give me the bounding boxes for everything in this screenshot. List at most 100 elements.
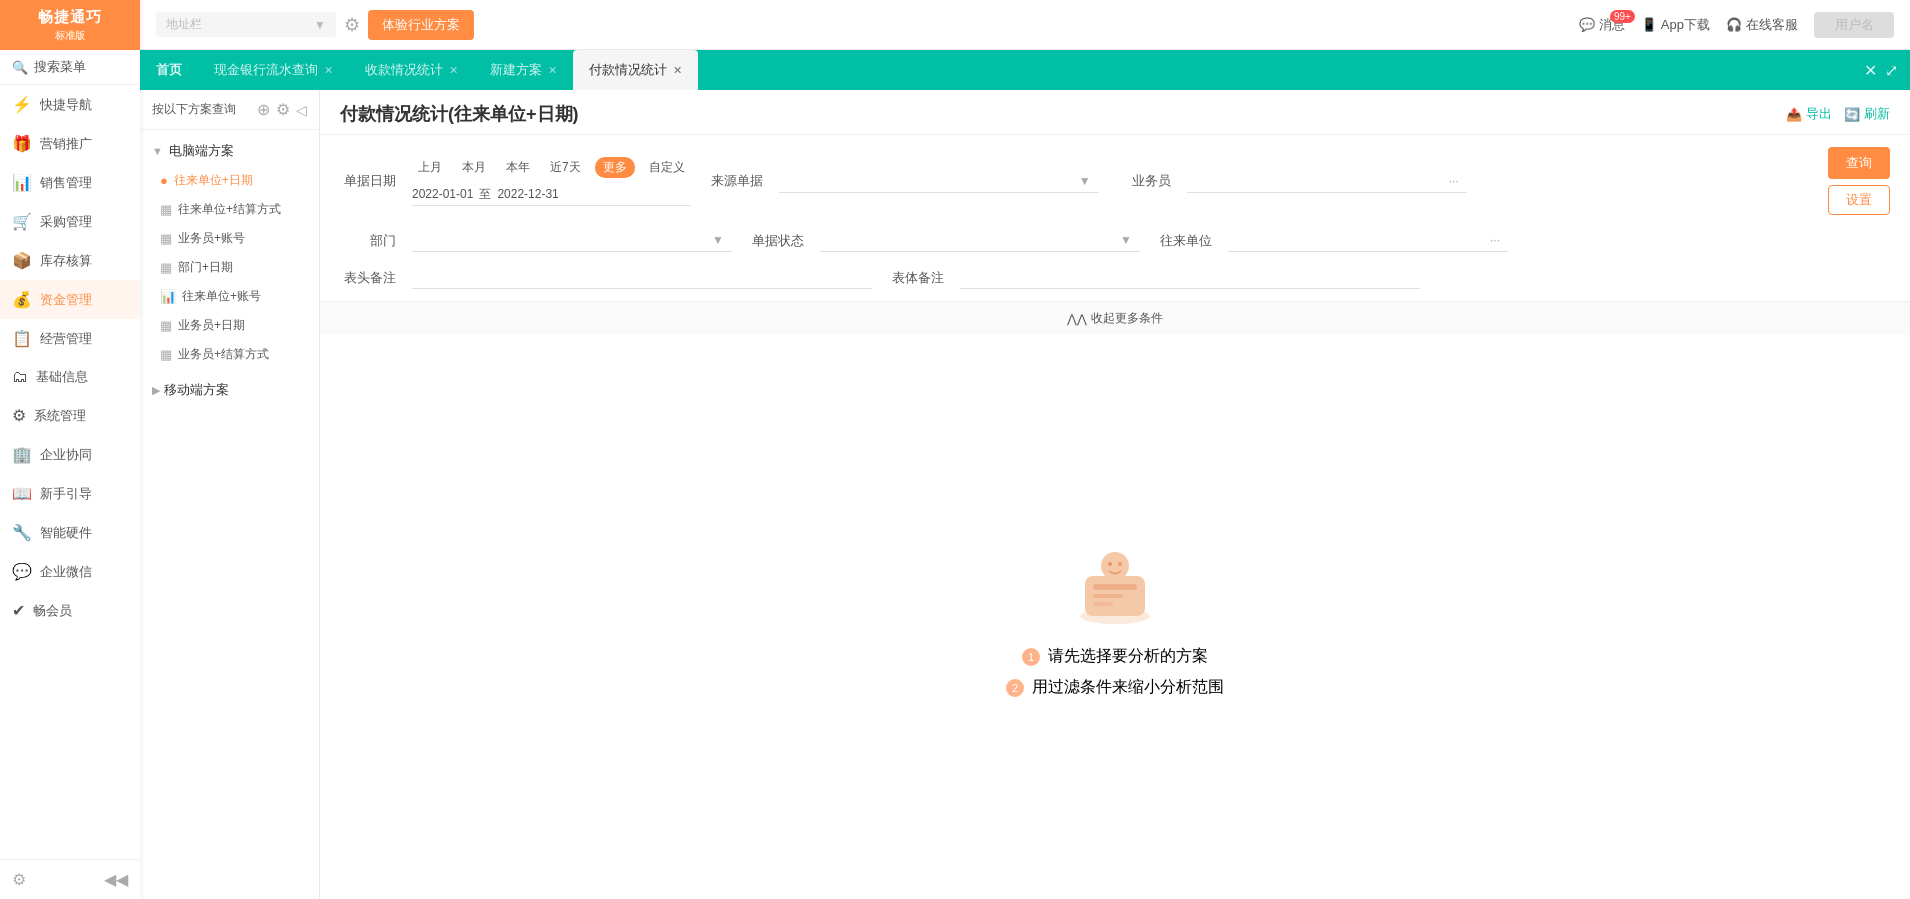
address-text: 地址栏 xyxy=(166,16,202,33)
sidebar-item-base-info[interactable]: 🗂 基础信息 xyxy=(0,358,140,396)
tab-bank-flow-label: 现金银行流水查询 xyxy=(214,61,318,79)
doc-status-select[interactable]: ▼ xyxy=(820,229,1140,252)
date-btn-this-month[interactable]: 本月 xyxy=(456,157,492,178)
svg-rect-3 xyxy=(1093,594,1123,598)
footer-collapse-icon[interactable]: ◀◀ xyxy=(104,870,128,889)
marketing-icon: 🎁 xyxy=(12,134,32,153)
headset-icon: 🎧 xyxy=(1726,17,1742,32)
sidebar-item-marketing[interactable]: 🎁 营销推广 xyxy=(0,124,140,163)
export-button[interactable]: 📤 导出 xyxy=(1786,105,1832,123)
operations-icon: 📋 xyxy=(12,329,32,348)
scheme-desktop-label: 电脑端方案 xyxy=(169,142,234,160)
partner-select[interactable]: ··· xyxy=(1228,229,1508,252)
sidebar-item-hardware[interactable]: 🔧 智能硬件 xyxy=(0,513,140,552)
tab-expand-icon[interactable]: ⤢ xyxy=(1885,61,1898,80)
tab-home[interactable]: 首页 xyxy=(140,50,198,90)
body-note-input[interactable] xyxy=(960,266,1420,289)
trial-button[interactable]: 体验行业方案 xyxy=(368,10,474,40)
empty-state: 1 请先选择要分析的方案 2 用过滤条件来缩小分析范围 xyxy=(320,335,1910,899)
date-btn-last-month[interactable]: 上月 xyxy=(412,157,448,178)
tab-receipt-stats[interactable]: 收款情况统计 ✕ xyxy=(349,50,474,90)
scheme-collapse-icon[interactable]: ◁ xyxy=(296,102,307,118)
scheme-item-salesperson-date[interactable]: ▦ 业务员+日期 xyxy=(140,311,319,340)
salesperson-select[interactable]: ··· xyxy=(1187,170,1467,193)
scheme-item-label: 部门+日期 xyxy=(178,259,233,276)
dept-label: 部门 xyxy=(340,232,396,250)
sidebar-item-label: 基础信息 xyxy=(36,368,88,386)
sidebar-item-label: 畅会员 xyxy=(33,602,72,620)
date-btn-7days[interactable]: 近7天 xyxy=(544,157,587,178)
scheme-item-active-icon: ● xyxy=(160,173,168,188)
export-icon: 📤 xyxy=(1786,107,1802,122)
tab-close-all-icon[interactable]: ✕ xyxy=(1864,61,1877,80)
topbar-settings-icon[interactable]: ⚙ xyxy=(344,14,360,36)
tab-payment-stats[interactable]: 付款情况统计 ✕ xyxy=(573,50,698,90)
date-btn-this-year[interactable]: 本年 xyxy=(500,157,536,178)
topbar: 地址栏 ▼ ⚙ 体验行业方案 💬 消息 99+ 📱 App下载 🎧 在线客服 用… xyxy=(140,0,1910,50)
header-note-input[interactable] xyxy=(412,266,872,289)
scheme-settings-icon[interactable]: ⚙ xyxy=(276,100,290,119)
sidebar-item-guide[interactable]: 📖 新手引导 xyxy=(0,474,140,513)
app-download-button[interactable]: 📱 App下载 xyxy=(1641,16,1710,34)
scheme-item-partner-account[interactable]: 📊 往来单位+账号 xyxy=(140,282,319,311)
refresh-button[interactable]: 🔄 刷新 xyxy=(1844,105,1890,123)
tab-bank-flow-close-icon[interactable]: ✕ xyxy=(324,64,333,77)
date-btn-custom[interactable]: 自定义 xyxy=(643,157,691,178)
salesperson-label: 业务员 xyxy=(1115,172,1171,190)
sidebar-item-sales[interactable]: 📊 销售管理 xyxy=(0,163,140,202)
scheme-item-icon-3: ▦ xyxy=(160,260,172,275)
scheme-item-label: 往来单位+账号 xyxy=(182,288,261,305)
svg-point-5 xyxy=(1101,552,1129,580)
scheme-mobile-group[interactable]: ▶ 移动端方案 xyxy=(140,375,319,405)
tabbar-right: ✕ ⤢ xyxy=(1852,50,1910,90)
tab-new-scheme-close-icon[interactable]: ✕ xyxy=(548,64,557,77)
collapse-conditions-bar[interactable]: ⋀⋀ 收起更多条件 xyxy=(320,302,1910,335)
date-start: 2022-01-01 xyxy=(412,187,473,201)
date-range-input[interactable]: 2022-01-01 至 2022-12-31 xyxy=(412,186,691,206)
tab-new-scheme[interactable]: 新建方案 ✕ xyxy=(474,50,573,90)
settings-button[interactable]: 设置 xyxy=(1828,185,1890,215)
scheme-desktop-group-header[interactable]: ▼ 电脑端方案 xyxy=(140,136,319,166)
date-buttons-group: 上月 本月 本年 近7天 更多 自定义 2022-01-01 至 2022-12… xyxy=(412,157,691,206)
scheme-item-partner-date[interactable]: ● 往来单位+日期 xyxy=(140,166,319,195)
scheme-item-salesperson-settlement[interactable]: ▦ 业务员+结算方式 xyxy=(140,340,319,369)
messages-button[interactable]: 💬 消息 99+ xyxy=(1579,16,1625,34)
scheme-item-dept-date[interactable]: ▦ 部门+日期 xyxy=(140,253,319,282)
scheme-panel-header-label: 按以下方案查询 xyxy=(152,101,236,118)
footer-settings-icon[interactable]: ⚙ xyxy=(12,870,26,889)
scheme-panel: 按以下方案查询 ⊕ ⚙ ◁ ▼ 电脑端方案 ● 往来单位+日期 ▦ xyxy=(140,90,320,899)
sidebar-item-capital[interactable]: 💰 资金管理 xyxy=(0,280,140,319)
scheme-item-salesperson-account[interactable]: ▦ 业务员+账号 xyxy=(140,224,319,253)
search-icon: 🔍 xyxy=(12,60,28,75)
sidebar-item-member[interactable]: ✔ 畅会员 xyxy=(0,591,140,630)
search-menu[interactable]: 🔍 搜索菜单 xyxy=(0,50,140,85)
date-btn-more[interactable]: 更多 xyxy=(595,157,635,178)
sidebar-item-inventory[interactable]: 📦 库存核算 xyxy=(0,241,140,280)
sidebar-item-enterprise[interactable]: 🏢 企业协同 xyxy=(0,435,140,474)
tab-receipt-stats-close-icon[interactable]: ✕ xyxy=(449,64,458,77)
sidebar-item-quick-nav[interactable]: ⚡ 快捷导航 xyxy=(0,85,140,124)
sidebar-item-weixin[interactable]: 💬 企业微信 xyxy=(0,552,140,591)
scheme-panel-header: 按以下方案查询 ⊕ ⚙ ◁ xyxy=(140,90,319,130)
scheme-item-icon-4: 📊 xyxy=(160,289,176,304)
tab-payment-stats-close-icon[interactable]: ✕ xyxy=(673,64,682,77)
address-bar[interactable]: 地址栏 ▼ xyxy=(156,12,336,37)
sidebar-item-operations[interactable]: 📋 经营管理 xyxy=(0,319,140,358)
scheme-item-partner-settlement[interactable]: ▦ 往来单位+结算方式 xyxy=(140,195,319,224)
online-service-button[interactable]: 🎧 在线客服 xyxy=(1726,16,1798,34)
dept-select[interactable]: ▼ xyxy=(412,229,732,252)
hardware-icon: 🔧 xyxy=(12,523,32,542)
sidebar-item-system[interactable]: ⚙ 系统管理 xyxy=(0,396,140,435)
hint-num-2: 2 xyxy=(1006,679,1024,697)
partner-label: 往来单位 xyxy=(1156,232,1212,250)
scheme-add-icon[interactable]: ⊕ xyxy=(257,100,270,119)
sidebar-item-label: 资金管理 xyxy=(40,291,92,309)
user-button[interactable]: 用户名 xyxy=(1814,12,1894,38)
tab-bank-flow[interactable]: 现金银行流水查询 ✕ xyxy=(198,50,349,90)
address-dropdown-icon: ▼ xyxy=(314,18,326,32)
query-button[interactable]: 查询 xyxy=(1828,147,1890,179)
sidebar-item-purchase[interactable]: 🛒 采购管理 xyxy=(0,202,140,241)
tabbar: 首页 现金银行流水查询 ✕ 收款情况统计 ✕ 新建方案 ✕ 付款情况统计 ✕ ✕… xyxy=(140,50,1910,90)
purchase-icon: 🛒 xyxy=(12,212,32,231)
source-select[interactable]: ▼ xyxy=(779,170,1099,193)
